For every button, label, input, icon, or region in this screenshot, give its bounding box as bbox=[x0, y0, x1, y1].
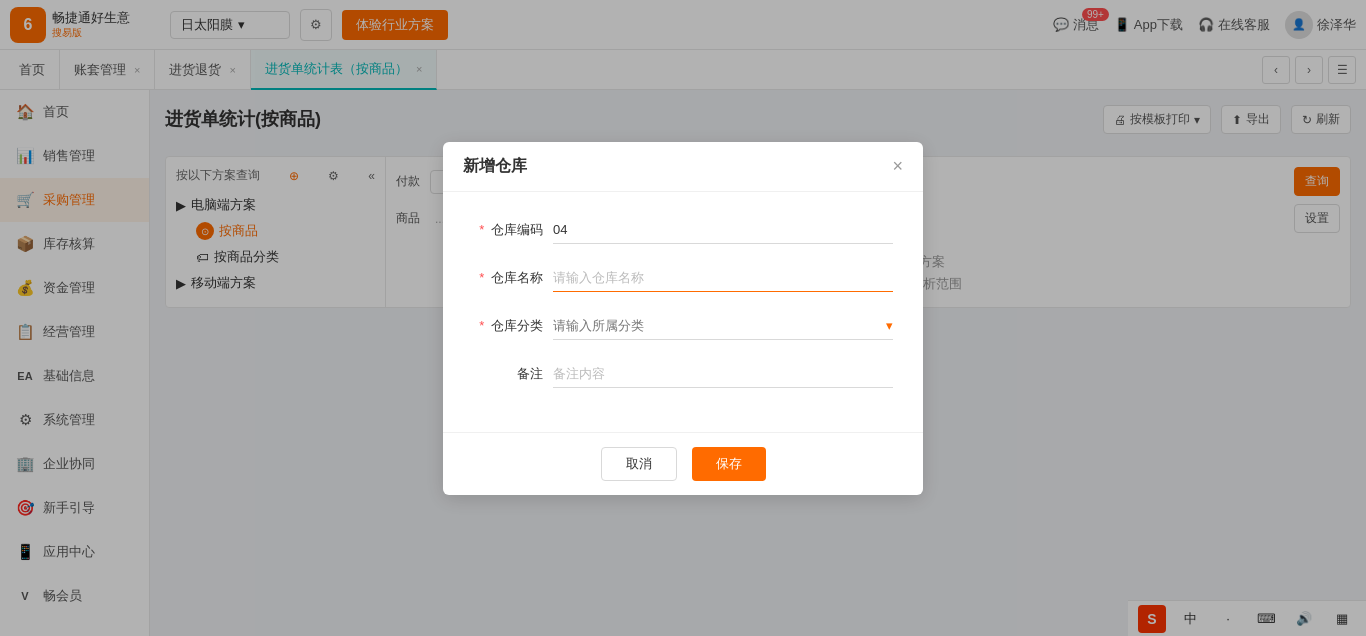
warehouse-remark-label: 备注 bbox=[473, 365, 553, 383]
warehouse-remark-input[interactable] bbox=[553, 360, 893, 388]
modal-header: 新增仓库 × bbox=[443, 142, 923, 192]
warehouse-name-input[interactable] bbox=[553, 264, 893, 292]
modal-footer: 取消 保存 bbox=[443, 432, 923, 495]
save-button[interactable]: 保存 bbox=[692, 447, 766, 481]
warehouse-name-row: * 仓库名称 bbox=[473, 264, 893, 292]
modal-close-button[interactable]: × bbox=[892, 156, 903, 177]
warehouse-category-row: * 仓库分类 ▾ bbox=[473, 312, 893, 340]
warehouse-category-label: * 仓库分类 bbox=[473, 317, 553, 335]
modal-overlay: 新增仓库 × * 仓库编码 * 仓库名称 * 仓库分 bbox=[0, 0, 1366, 636]
chevron-down-icon: ▾ bbox=[886, 318, 893, 333]
warehouse-code-input[interactable] bbox=[553, 216, 893, 244]
warehouse-name-label: * 仓库名称 bbox=[473, 269, 553, 287]
modal-body: * 仓库编码 * 仓库名称 * 仓库分类 ▾ bbox=[443, 192, 923, 432]
category-input[interactable] bbox=[553, 318, 886, 333]
warehouse-code-label: * 仓库编码 bbox=[473, 221, 553, 239]
warehouse-category-select[interactable]: ▾ bbox=[553, 312, 893, 340]
warehouse-remark-row: 备注 bbox=[473, 360, 893, 388]
cancel-button[interactable]: 取消 bbox=[601, 447, 677, 481]
warehouse-code-row: * 仓库编码 bbox=[473, 216, 893, 244]
modal-title: 新增仓库 bbox=[463, 156, 527, 177]
add-warehouse-modal: 新增仓库 × * 仓库编码 * 仓库名称 * 仓库分 bbox=[443, 142, 923, 495]
